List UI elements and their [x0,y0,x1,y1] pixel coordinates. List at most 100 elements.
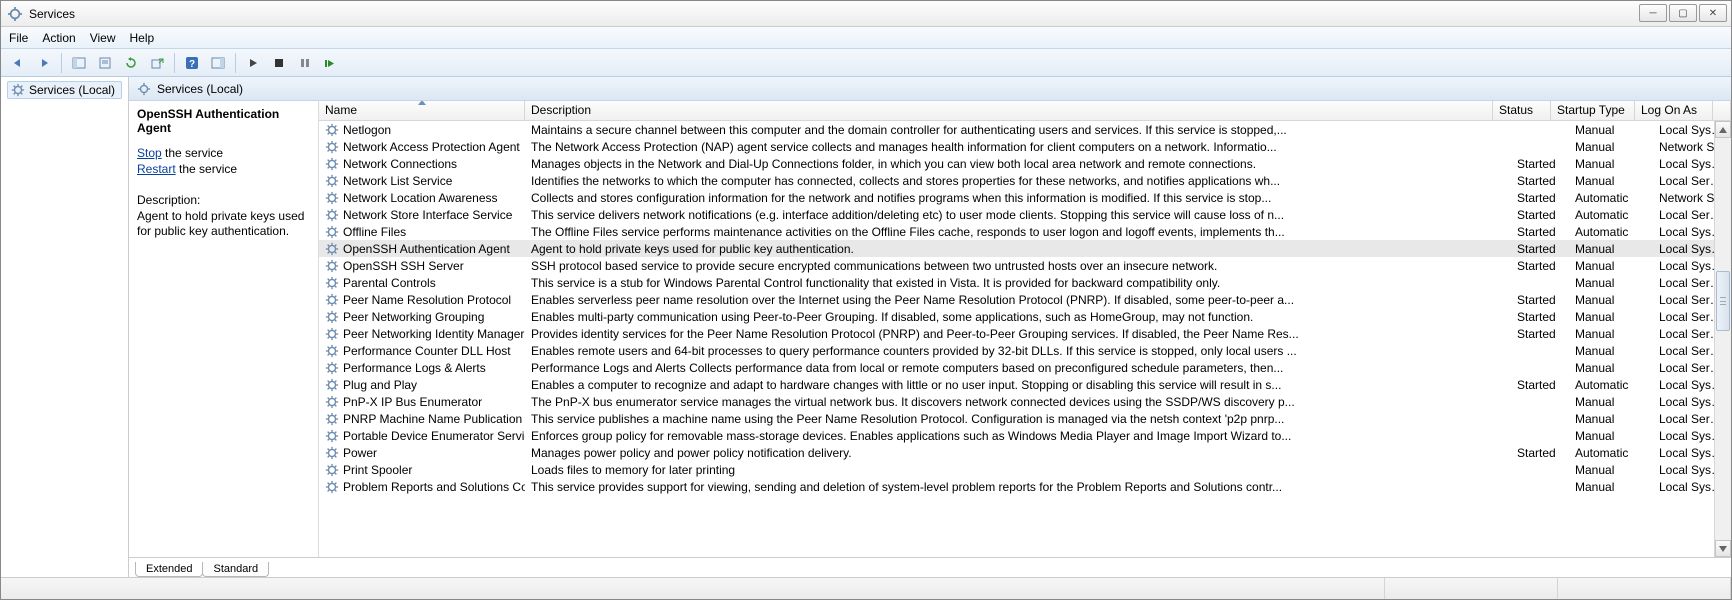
cell-name: Power [319,446,525,460]
cell-startup: Manual [1569,242,1653,256]
tab-standard[interactable]: Standard [202,562,269,577]
help-button[interactable]: ? [181,52,203,74]
stop-service-button[interactable] [268,52,290,74]
refresh-button[interactable] [120,52,142,74]
table-row[interactable]: Network Store Interface ServiceThis serv… [319,206,1731,223]
table-row[interactable]: Performance Counter DLL HostEnables remo… [319,342,1731,359]
cell-description: Collects and stores configuration inform… [525,191,1511,205]
cell-status: Started [1511,293,1569,307]
cell-startup: Manual [1569,395,1653,409]
col-logon-as[interactable]: Log On As [1635,101,1713,120]
table-row[interactable]: Network Access Protection AgentThe Netwo… [319,138,1731,155]
restart-service-button[interactable] [320,52,342,74]
restart-link[interactable]: Restart [137,162,176,176]
cell-startup: Manual [1569,123,1653,137]
menu-action[interactable]: Action [42,31,75,45]
services-grid: Name Description Status Startup Type Log… [319,101,1731,557]
vertical-scrollbar[interactable] [1714,121,1731,557]
cell-startup: Manual [1569,310,1653,324]
cell-description: Enforces group policy for removable mass… [525,429,1511,443]
cell-status: Started [1511,242,1569,256]
table-row[interactable]: Peer Networking GroupingEnables multi-pa… [319,308,1731,325]
table-row[interactable]: Network List ServiceIdentifies the netwo… [319,172,1731,189]
view-tabs: Extended Standard [129,557,1731,577]
forward-button[interactable] [33,52,55,74]
table-row[interactable]: Network Location AwarenessCollects and s… [319,189,1731,206]
table-row[interactable]: NetlogonMaintains a secure channel betwe… [319,121,1731,138]
gear-icon [325,123,339,137]
gear-icon [325,480,339,494]
maximize-button[interactable]: ▢ [1669,4,1697,22]
table-row[interactable]: PnP-X IP Bus EnumeratorThe PnP-X bus enu… [319,393,1731,410]
pause-service-button[interactable] [294,52,316,74]
restart-suffix: the service [176,162,237,176]
description-text: Agent to hold private keys used for publ… [137,209,310,239]
table-row[interactable]: Portable Device Enumerator ServiceEnforc… [319,427,1731,444]
cell-status: Started [1511,310,1569,324]
tree-root-item[interactable]: Services (Local) [7,81,122,99]
cell-name: Portable Device Enumerator Service [319,429,525,443]
table-row[interactable]: Parental ControlsThis service is a stub … [319,274,1731,291]
cell-name: Network List Service [319,174,525,188]
table-row[interactable]: OpenSSH SSH ServerSSH protocol based ser… [319,257,1731,274]
table-row[interactable]: Offline FilesThe Offline Files service p… [319,223,1731,240]
tab-extended[interactable]: Extended [135,562,203,577]
menu-help[interactable]: Help [130,31,155,45]
gear-icon [325,344,339,358]
col-startup-type[interactable]: Startup Type [1551,101,1635,120]
table-row[interactable]: PowerManages power policy and power poli… [319,444,1731,461]
table-row[interactable]: PNRP Machine Name Publication Ser...This… [319,410,1731,427]
table-row[interactable]: Problem Reports and Solutions Contr...Th… [319,478,1731,495]
col-name[interactable]: Name [319,101,525,120]
back-button[interactable] [7,52,29,74]
cell-description: Manages power policy and power policy no… [525,446,1511,460]
table-row[interactable]: Peer Name Resolution ProtocolEnables ser… [319,291,1731,308]
gear-icon [325,361,339,375]
toolbar: ? [1,49,1731,77]
table-row[interactable]: Print SpoolerLoads files to memory for l… [319,461,1731,478]
table-row[interactable]: Performance Logs & AlertsPerformance Log… [319,359,1731,376]
detail-panel: OpenSSH Authentication Agent Stop the se… [129,101,319,557]
gear-icon [325,412,339,426]
cell-description: The Offline Files service performs maint… [525,225,1511,239]
cell-description: Performance Logs and Alerts Collects per… [525,361,1511,375]
cell-name: Network Location Awareness [319,191,525,205]
cell-name: PNRP Machine Name Publication Ser... [319,412,525,426]
start-service-button[interactable] [242,52,264,74]
col-status[interactable]: Status [1493,101,1551,120]
cell-startup: Automatic [1569,225,1653,239]
cell-status: Started [1511,208,1569,222]
cell-name: OpenSSH Authentication Agent [319,242,525,256]
close-button[interactable]: ✕ [1699,4,1727,22]
export-button[interactable] [146,52,168,74]
cell-startup: Manual [1569,140,1653,154]
minimize-button[interactable]: ─ [1639,4,1667,22]
scroll-up-button[interactable] [1715,121,1731,138]
col-description[interactable]: Description [525,101,1493,120]
cell-startup: Manual [1569,412,1653,426]
cell-name: Peer Name Resolution Protocol [319,293,525,307]
cell-startup: Manual [1569,276,1653,290]
cell-description: Agent to hold private keys used for publ… [525,242,1511,256]
cell-description: Maintains a secure channel between this … [525,123,1511,137]
selected-service-title: OpenSSH Authentication Agent [137,107,310,135]
svg-text:?: ? [189,59,195,70]
table-row[interactable]: Peer Networking Identity ManagerProvides… [319,325,1731,342]
cell-name: Parental Controls [319,276,525,290]
scroll-thumb[interactable] [1716,271,1730,331]
cell-status: Started [1511,174,1569,188]
show-hide-tree-button[interactable] [68,52,90,74]
menu-file[interactable]: File [9,31,28,45]
show-hide-action-pane-button[interactable] [207,52,229,74]
table-row[interactable]: Network ConnectionsManages objects in th… [319,155,1731,172]
scroll-down-button[interactable] [1715,540,1731,557]
stop-link[interactable]: Stop [137,146,162,160]
cell-name: Performance Logs & Alerts [319,361,525,375]
table-row[interactable]: Plug and PlayEnables a computer to recog… [319,376,1731,393]
gear-icon [325,327,339,341]
properties-button[interactable] [94,52,116,74]
menu-view[interactable]: View [90,31,116,45]
cell-description: Identifies the networks to which the com… [525,174,1511,188]
table-row[interactable]: OpenSSH Authentication AgentAgent to hol… [319,240,1731,257]
cell-startup: Automatic [1569,378,1653,392]
